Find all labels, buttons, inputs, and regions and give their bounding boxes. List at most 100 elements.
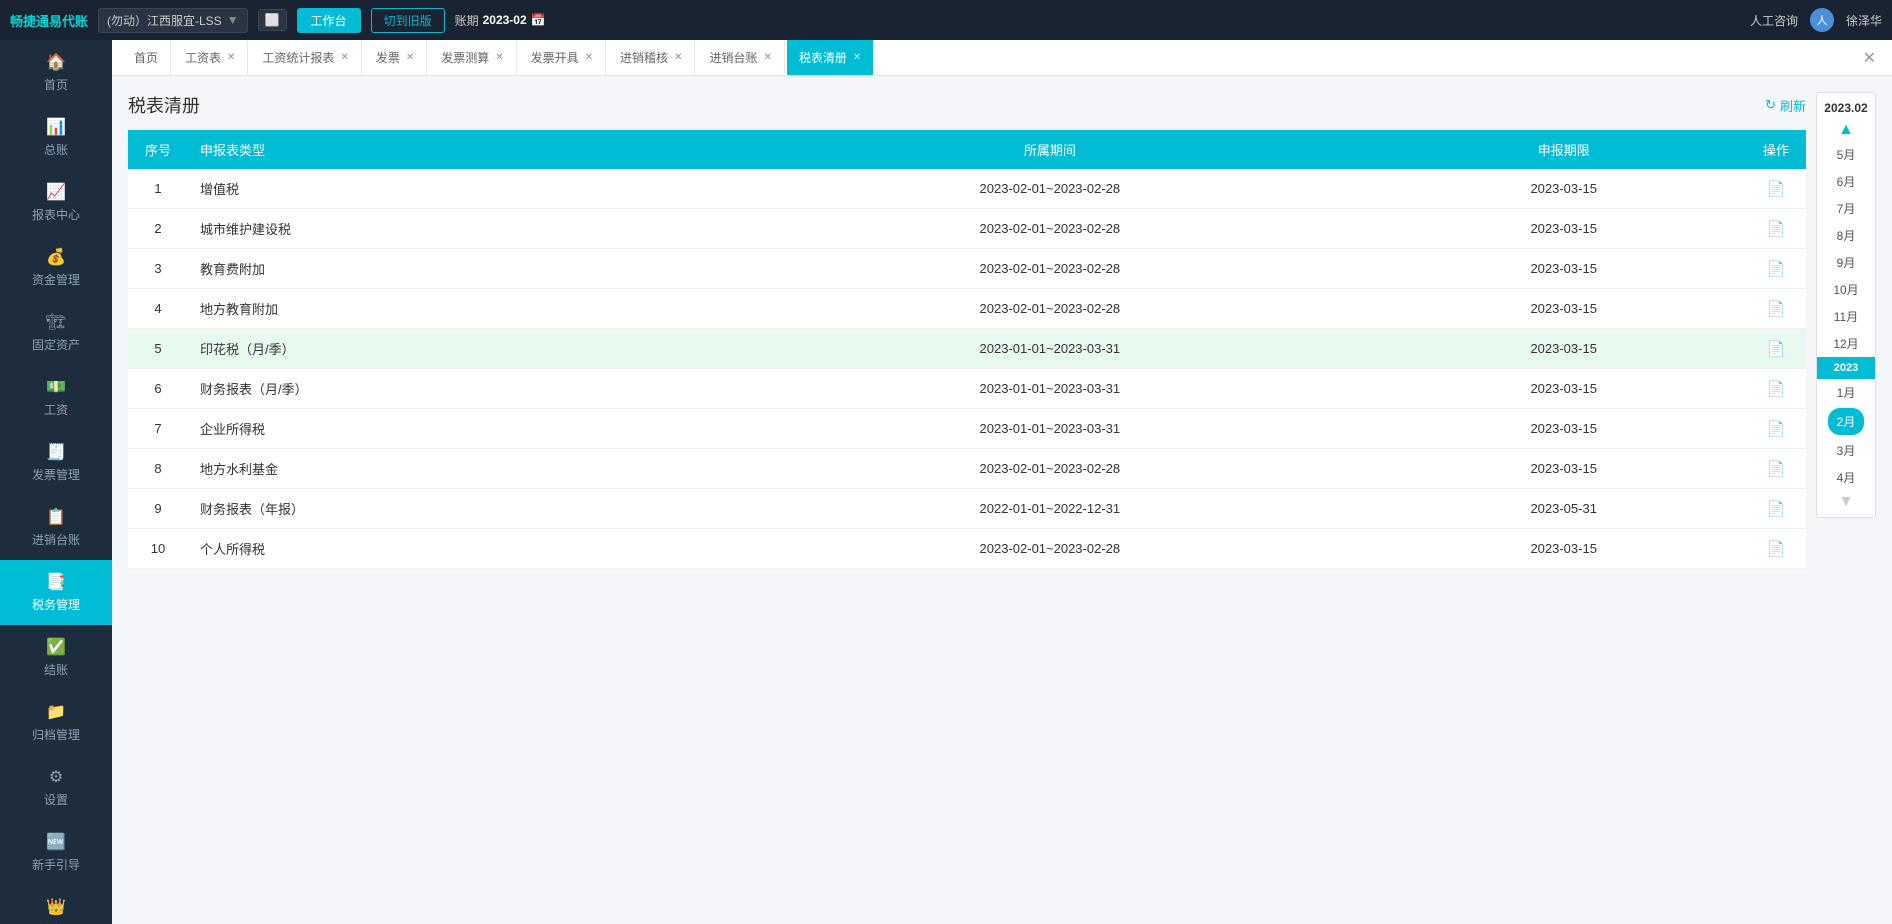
table-row: 2城市维护建设税2023-02-01~2023-02-282023-03-15📄: [128, 209, 1806, 249]
archive-icon: 📁: [46, 702, 66, 722]
sidebar-item-archive[interactable]: 📁 归档管理: [0, 690, 112, 755]
fixed-assets-icon: 🏗: [46, 312, 66, 332]
tab-close-tax-list[interactable]: ✕: [853, 52, 861, 63]
date-month-8[interactable]: 8月: [1817, 222, 1875, 249]
cell-no: 4: [128, 289, 188, 329]
sidebar-item-invoice-mgmt[interactable]: 🧾 发票管理: [0, 430, 112, 495]
tab-home[interactable]: 首页: [122, 40, 171, 76]
tab-salary-report[interactable]: 工资统计报表 ✕: [250, 40, 361, 76]
cell-deadline: 2023-05-31: [1381, 489, 1746, 529]
cell-action: 📄: [1746, 209, 1806, 249]
tab-close-purchase-ledger[interactable]: ✕: [763, 52, 771, 63]
view-icon[interactable]: 📄: [1767, 341, 1786, 358]
date-month-5[interactable]: 5月: [1817, 141, 1875, 168]
tab-close-salary[interactable]: ✕: [227, 52, 235, 63]
cell-deadline: 2023-03-15: [1381, 329, 1746, 369]
tab-close-salary-report[interactable]: ✕: [340, 52, 348, 63]
period-label: 账期 2023-02 📅: [455, 12, 546, 29]
sidebar-item-guide[interactable]: 🆕 新手引导: [0, 820, 112, 885]
tab-invoice-open[interactable]: 发票开具 ✕: [519, 40, 606, 76]
sidebar-item-member[interactable]: 👑 畅会员: [0, 885, 112, 924]
tab-close-invoice[interactable]: ✕: [406, 52, 414, 63]
table-row: 8地方水利基金2023-02-01~2023-02-282023-03-15📄: [128, 449, 1806, 489]
refresh-button[interactable]: ↻ 刷新: [1765, 96, 1806, 115]
cell-action: 📄: [1746, 249, 1806, 289]
view-icon[interactable]: 📄: [1767, 541, 1786, 558]
tab-close-invoice-check[interactable]: ✕: [495, 52, 503, 63]
refresh-icon: ↻: [1765, 97, 1776, 113]
user-name[interactable]: 徐泽华: [1846, 12, 1882, 29]
sidebar-item-label: 归档管理: [32, 726, 80, 743]
tab-invoice-check[interactable]: 发票测算 ✕: [429, 40, 516, 76]
cell-action: 📄: [1746, 369, 1806, 409]
window-close-btn[interactable]: ✕: [1855, 48, 1884, 68]
tab-close-purchase-audit[interactable]: ✕: [674, 52, 682, 63]
col-header-period: 所属期间: [718, 130, 1381, 169]
cell-action: 📄: [1746, 329, 1806, 369]
date-month-3[interactable]: 3月: [1817, 437, 1875, 464]
sidebar-item-settlement[interactable]: ✅ 结账: [0, 625, 112, 690]
ai-consult-btn[interactable]: 人工咨询: [1750, 12, 1798, 29]
view-icon[interactable]: 📄: [1767, 381, 1786, 398]
date-month-10[interactable]: 10月: [1817, 276, 1875, 303]
cell-period: 2023-02-01~2023-02-28: [718, 209, 1381, 249]
page-content: 税表清册 ↻ 刷新 序号 申报表类型 所属期间 申报期限 操作: [112, 76, 1892, 924]
cell-deadline: 2023-03-15: [1381, 409, 1746, 449]
tab-purchase-audit[interactable]: 进销稽核 ✕: [608, 40, 695, 76]
cell-deadline: 2023-03-15: [1381, 529, 1746, 569]
cell-no: 7: [128, 409, 188, 449]
sidebar-item-fixed-assets[interactable]: 🏗 固定资产: [0, 300, 112, 365]
col-header-type: 申报表类型: [188, 130, 718, 169]
table-row: 3教育费附加2023-02-01~2023-02-282023-03-15📄: [128, 249, 1806, 289]
workspace-button[interactable]: 工作台: [297, 8, 361, 33]
ledger-icon: 📊: [46, 117, 66, 137]
home-icon: 🏠: [46, 52, 66, 72]
cell-period: 2023-02-01~2023-02-28: [718, 249, 1381, 289]
sidebar-item-ledger[interactable]: 📊 总账: [0, 105, 112, 170]
date-month-6[interactable]: 6月: [1817, 168, 1875, 195]
cell-period: 2023-02-01~2023-02-28: [718, 289, 1381, 329]
view-icon[interactable]: 📄: [1767, 261, 1786, 278]
date-nav-down[interactable]: ▼: [1836, 491, 1856, 513]
view-icon[interactable]: 📄: [1767, 301, 1786, 318]
sidebar-item-purchase[interactable]: 📋 进销台账: [0, 495, 112, 560]
date-month-9[interactable]: 9月: [1817, 249, 1875, 276]
tab-invoice[interactable]: 发票 ✕: [364, 40, 427, 76]
date-nav-up[interactable]: ▲: [1836, 119, 1856, 141]
cell-type: 增值税: [188, 169, 718, 209]
sidebar-item-settings[interactable]: ⚙ 设置: [0, 755, 112, 820]
view-icon[interactable]: 📄: [1767, 501, 1786, 518]
company-dropdown-icon: ▼: [227, 13, 239, 27]
calendar-icon[interactable]: 📅: [531, 13, 546, 27]
date-month-11[interactable]: 11月: [1817, 303, 1875, 330]
view-icon[interactable]: 📄: [1767, 181, 1786, 198]
company-selector[interactable]: (勿动）江西服宜-LSS ▼: [98, 8, 248, 33]
col-header-action: 操作: [1746, 130, 1806, 169]
date-month-7[interactable]: 7月: [1817, 195, 1875, 222]
page-main: 税表清册 ↻ 刷新 序号 申报表类型 所属期间 申报期限 操作: [128, 92, 1806, 908]
tax-mgmt-icon: 📑: [46, 572, 66, 592]
date-month-4[interactable]: 4月: [1817, 464, 1875, 491]
view-icon[interactable]: 📄: [1767, 421, 1786, 438]
cell-action: 📄: [1746, 169, 1806, 209]
switch-old-button[interactable]: 切到旧版: [371, 8, 445, 33]
sidebar-item-tax-mgmt[interactable]: 📑 税务管理: [0, 560, 112, 625]
tab-purchase-ledger[interactable]: 进销台账 ✕: [697, 40, 784, 76]
date-month-12[interactable]: 12月: [1817, 330, 1875, 357]
copy-icon-btn[interactable]: ⬜: [258, 9, 287, 31]
sidebar-item-home[interactable]: 🏠 首页: [0, 40, 112, 105]
tab-tax-list[interactable]: 税表清册 ✕: [787, 40, 874, 76]
cell-deadline: 2023-03-15: [1381, 169, 1746, 209]
date-month-2[interactable]: 2月: [1828, 408, 1864, 435]
cell-type: 企业所得税: [188, 409, 718, 449]
cell-no: 6: [128, 369, 188, 409]
view-icon[interactable]: 📄: [1767, 221, 1786, 238]
sidebar-item-salary[interactable]: 💵 工资: [0, 365, 112, 430]
tab-salary[interactable]: 工资表 ✕: [173, 40, 248, 76]
tab-close-invoice-open[interactable]: ✕: [585, 52, 593, 63]
sidebar-item-reports[interactable]: 📈 报表中心: [0, 170, 112, 235]
sidebar-item-fund[interactable]: 💰 资金管理: [0, 235, 112, 300]
view-icon[interactable]: 📄: [1767, 461, 1786, 478]
col-header-deadline: 申报期限: [1381, 130, 1746, 169]
date-month-1[interactable]: 1月: [1817, 379, 1875, 406]
